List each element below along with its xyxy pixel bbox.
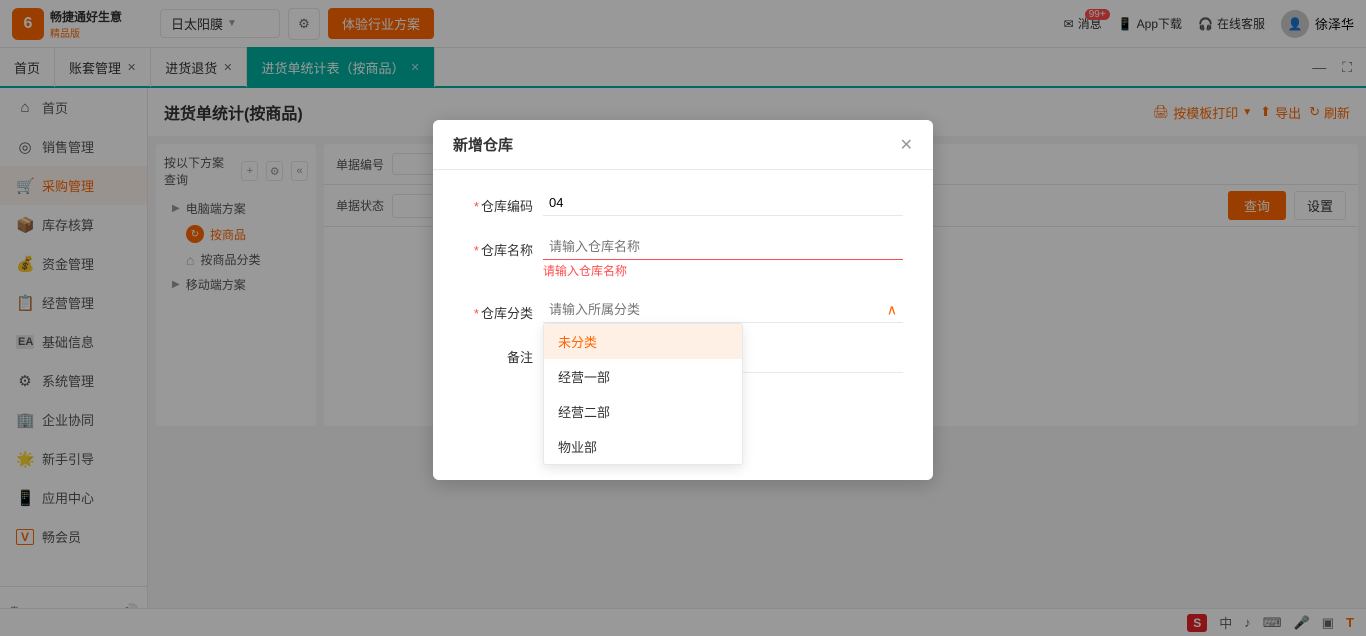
dropdown-item-dept2[interactable]: 经营二部 (544, 394, 742, 429)
category-label: 仓库分类 (463, 297, 543, 322)
name-error-msg: 请输入仓库名称 (543, 262, 903, 279)
note-label: 备注 (463, 341, 543, 366)
category-control: ∧ 未分类 经营一部 经营二部 物业部 (543, 297, 903, 323)
category-arrow-icon[interactable]: ∧ (887, 302, 897, 319)
name-label: 仓库名称 (463, 234, 543, 259)
form-row-name: 仓库名称 请输入仓库名称 (463, 234, 903, 279)
modal-body: 仓库编码 仓库名称 请输入仓库名称 仓库分类 ∧ 未分类 经营一部 (433, 170, 933, 414)
form-row-code: 仓库编码 (463, 190, 903, 216)
code-input[interactable] (543, 190, 903, 216)
category-input[interactable] (543, 297, 903, 323)
dropdown-item-uncategorized[interactable]: 未分类 (544, 324, 742, 359)
name-control: 请输入仓库名称 (543, 234, 903, 279)
modal-header: 新增仓库 ✕ (433, 120, 933, 170)
form-row-category: 仓库分类 ∧ 未分类 经营一部 经营二部 物业部 (463, 297, 903, 323)
dropdown-item-dept1[interactable]: 经营一部 (544, 359, 742, 394)
name-input[interactable] (543, 234, 903, 260)
modal-close-btn[interactable]: ✕ (900, 135, 913, 155)
code-control (543, 190, 903, 216)
new-warehouse-modal: 新增仓库 ✕ 仓库编码 仓库名称 请输入仓库名称 仓库分类 ∧ (433, 120, 933, 480)
category-dropdown: 未分类 经营一部 经营二部 物业部 (543, 323, 743, 465)
modal-title: 新增仓库 (453, 134, 513, 155)
code-label: 仓库编码 (463, 190, 543, 215)
dropdown-item-property[interactable]: 物业部 (544, 429, 742, 464)
